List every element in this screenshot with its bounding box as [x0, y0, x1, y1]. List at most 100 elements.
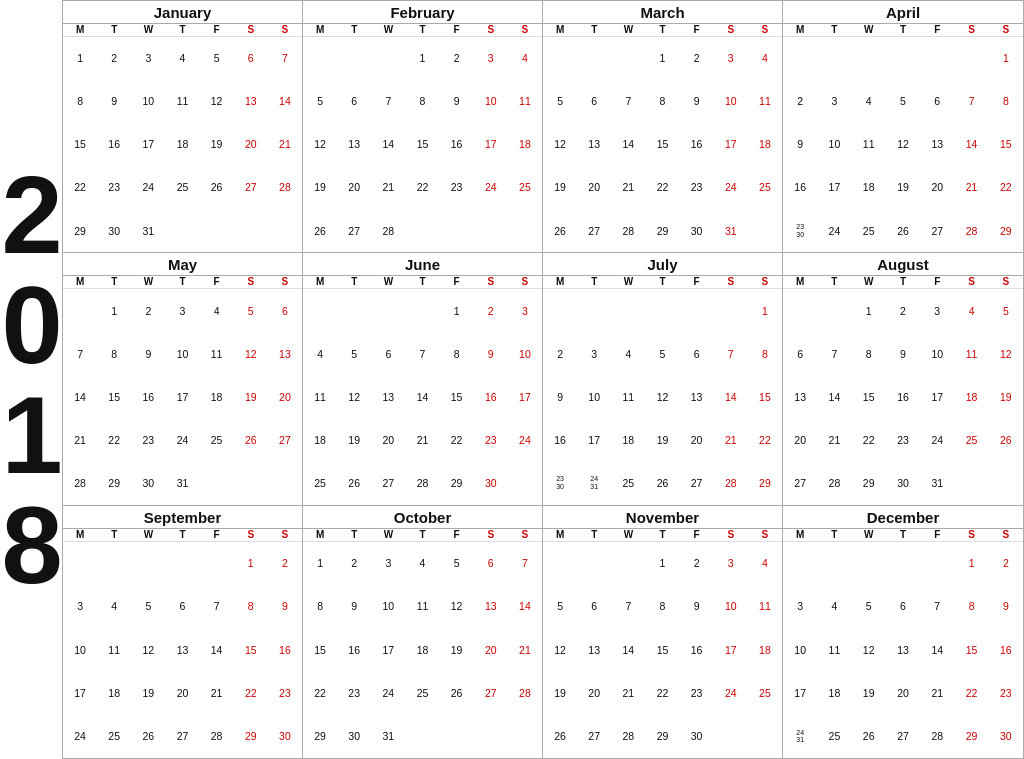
day-cell-21: 21 — [63, 419, 97, 462]
week-row-2: 15161718192021 — [303, 628, 542, 671]
day-cell-18: 18 — [97, 671, 131, 714]
week-row-4: 293031 — [303, 715, 542, 758]
day-cell-16: 16 — [886, 375, 920, 418]
day-header-F-4: F — [920, 529, 954, 541]
day-header-S-5: S — [714, 276, 748, 288]
day-cell-15: 15 — [852, 375, 886, 418]
day-cell-empty — [577, 289, 611, 332]
weeks-december: 1234567891011121314151617181920212223243… — [783, 542, 1023, 758]
day-cell-25: 25 — [748, 671, 782, 714]
day-cell-24: 24 — [920, 419, 954, 462]
day-cell-25: 25 — [748, 166, 782, 209]
day-header-S-6: S — [508, 276, 542, 288]
day-cell-30: 30 — [989, 715, 1023, 758]
day-cell-4: 4 — [852, 80, 886, 123]
day-cell-8: 8 — [852, 332, 886, 375]
day-cell-empty — [989, 462, 1023, 505]
day-cell-22: 22 — [405, 166, 439, 209]
day-header-M-0: M — [783, 24, 817, 36]
week-row-1: 891011121314 — [303, 585, 542, 628]
day-header-S-5: S — [474, 24, 508, 36]
month-grid-april: MTWTFSS123456789101112131415161718192021… — [783, 24, 1023, 252]
month-title-september: September — [63, 506, 302, 529]
month-august: AugustMTWTFSS123456789101112131415161718… — [783, 253, 1023, 504]
day-header-F-4: F — [920, 24, 954, 36]
week-row-0: 1234 — [303, 37, 542, 80]
day-cell-4: 4 — [200, 289, 234, 332]
day-cell-empty — [474, 209, 508, 252]
week-row-1: 6789101112 — [783, 332, 1023, 375]
week-row-1: 567891011 — [543, 585, 782, 628]
day-cell-12: 12 — [234, 332, 268, 375]
calendar-container: 2 0 1 8 JanuaryMTWTFSS123456789101112131… — [0, 0, 1024, 759]
day-cell-11: 11 — [954, 332, 988, 375]
day-cell-27: 27 — [165, 715, 199, 758]
day-cell-15: 15 — [748, 375, 782, 418]
day-cell-16: 16 — [989, 628, 1023, 671]
day-header-F-4: F — [680, 529, 714, 541]
day-cell-2: 2 — [543, 332, 577, 375]
day-cell-29: 29 — [645, 209, 679, 252]
week-row-3: 21222324252627 — [63, 419, 302, 462]
day-cell-25: 25 — [97, 715, 131, 758]
day-cell-25: 25 — [165, 166, 199, 209]
week-row-0: 1234567 — [303, 542, 542, 585]
month-december: DecemberMTWTFSS1234567891011121314151617… — [783, 506, 1023, 758]
month-title-august: August — [783, 253, 1023, 276]
month-grid-september: MTWTFSS123456789101112131415161718192021… — [63, 529, 302, 758]
week-row-0: 1 — [783, 37, 1023, 80]
day-cell-16: 16 — [474, 375, 508, 418]
day-cell-10: 10 — [714, 585, 748, 628]
month-march: MarchMTWTFSS1234567891011121314151617181… — [543, 1, 783, 252]
day-cell-7: 7 — [611, 585, 645, 628]
day-cell-28: 28 — [405, 462, 439, 505]
day-cell-empty — [783, 37, 817, 80]
weeks-may: 1234567891011121314151617181920212223242… — [63, 289, 302, 504]
day-cell-empty — [337, 37, 371, 80]
day-cell-23: 23 — [886, 419, 920, 462]
day-cell-30: 30 — [886, 462, 920, 505]
day-cell-29: 29 — [954, 715, 988, 758]
day-header-T-1: T — [577, 24, 611, 36]
day-cell-14: 14 — [611, 628, 645, 671]
day-cell-4: 4 — [165, 37, 199, 80]
day-cell-24: 24 — [63, 715, 97, 758]
day-cell-15: 15 — [645, 628, 679, 671]
day-cell-17: 17 — [63, 671, 97, 714]
day-cell-8: 8 — [63, 80, 97, 123]
day-cell-6: 6 — [886, 585, 920, 628]
day-cell-empty — [886, 37, 920, 80]
day-cell-30: 30 — [680, 209, 714, 252]
day-cell-19: 19 — [234, 375, 268, 418]
day-cell-4: 4 — [954, 289, 988, 332]
week-row-4: 262728 — [303, 209, 542, 252]
day-cell-13: 13 — [886, 628, 920, 671]
day-cell-2: 2 — [680, 542, 714, 585]
day-cell-29: 29 — [440, 462, 474, 505]
weeks-june: 1234567891011121314151617181920212223242… — [303, 289, 542, 504]
year-digit-8: 8 — [1, 490, 60, 600]
day-cell-23: 23 — [474, 419, 508, 462]
day-cell-13: 13 — [920, 123, 954, 166]
day-header-T-1: T — [817, 276, 851, 288]
day-cell-12: 12 — [852, 628, 886, 671]
day-cell-empty — [63, 289, 97, 332]
day-cell-22: 22 — [97, 419, 131, 462]
day-header-F-4: F — [200, 276, 234, 288]
day-header-F-4: F — [200, 529, 234, 541]
day-cell-empty — [954, 462, 988, 505]
calendar-grid: JanuaryMTWTFSS12345678910111213141516171… — [62, 0, 1024, 759]
weeks-january: 1234567891011121314151617181920212223242… — [63, 37, 302, 252]
day-cell-14: 14 — [954, 123, 988, 166]
day-header-T-1: T — [337, 529, 371, 541]
day-cell-6: 6 — [337, 80, 371, 123]
week-row-4: 2627282930 — [543, 715, 782, 758]
day-cell-19: 19 — [645, 419, 679, 462]
week-row-1: 567891011 — [303, 80, 542, 123]
day-cell-3: 3 — [474, 37, 508, 80]
day-cell-23: 23 — [989, 671, 1023, 714]
day-header-M-0: M — [543, 24, 577, 36]
day-cell-1: 1 — [954, 542, 988, 585]
week-header-november: MTWTFSS — [543, 529, 782, 542]
day-cell-4: 4 — [748, 37, 782, 80]
